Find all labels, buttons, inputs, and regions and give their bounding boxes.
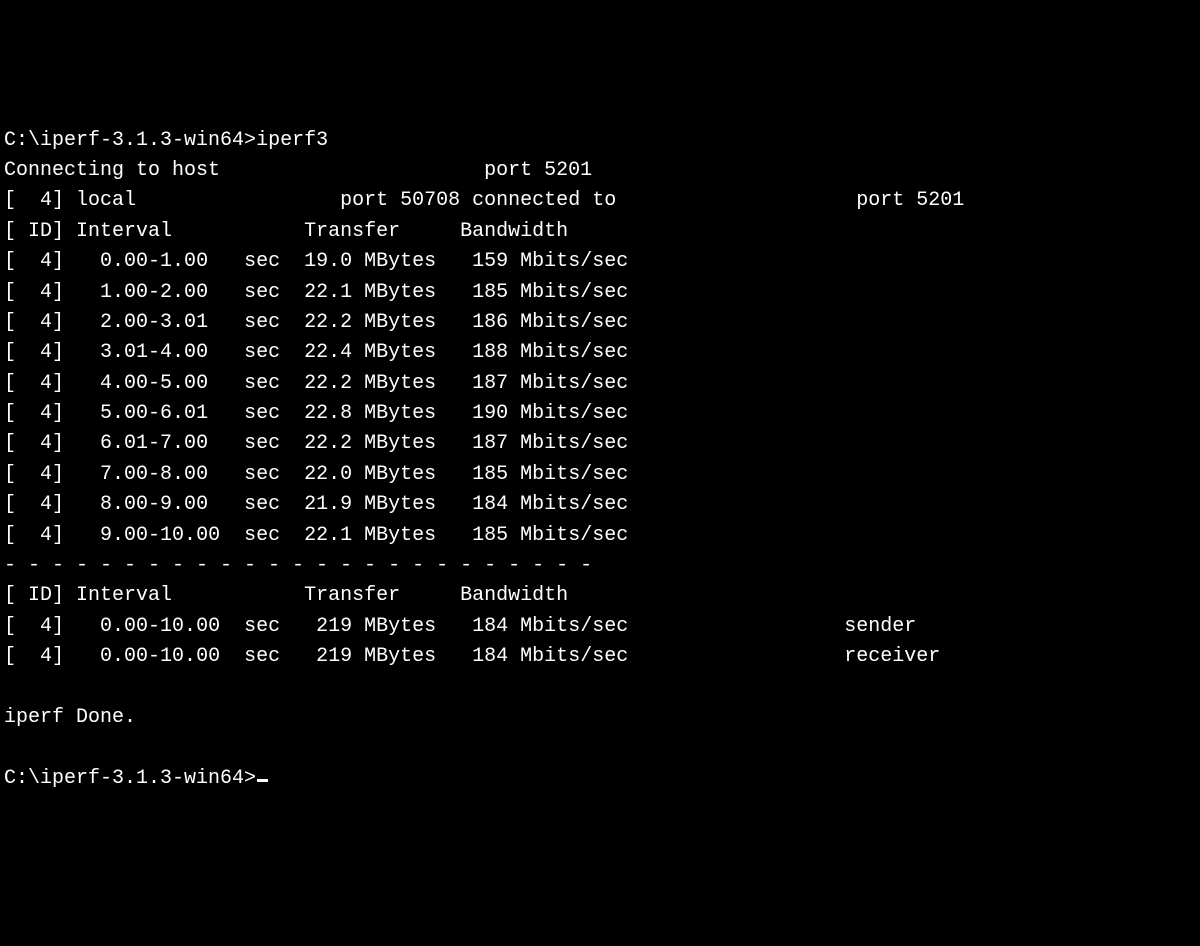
done-label: iperf Done. (4, 706, 136, 729)
summary-row: [ 4] 0.00-10.00 sec 219 MBytes 184 Mbits… (4, 645, 940, 668)
summary-row: [ 4] 0.00-10.00 sec 219 MBytes 184 Mbits… (4, 615, 916, 638)
table-row: [ 4] 1.00-2.00 sec 22.1 MBytes 185 Mbits… (4, 281, 628, 304)
cursor-icon (257, 779, 268, 782)
connecting-label: Connecting to host (4, 159, 220, 182)
prompt-gt: > (244, 129, 256, 152)
table-row: [ 4] 8.00-9.00 sec 21.9 MBytes 184 Mbits… (4, 493, 628, 516)
command[interactable]: iperf3 (256, 129, 328, 152)
table-row: [ 4] 5.00-6.01 sec 22.8 MBytes 190 Mbits… (4, 402, 628, 425)
table-row: [ 4] 2.00-3.01 sec 22.2 MBytes 186 Mbits… (4, 311, 628, 334)
table-row: [ 4] 0.00-1.00 sec 19.0 MBytes 159 Mbits… (4, 250, 628, 273)
table-row: [ 4] 7.00-8.00 sec 22.0 MBytes 185 Mbits… (4, 463, 628, 486)
table-row: [ 4] 9.00-10.00 sec 22.1 MBytes 185 Mbit… (4, 524, 628, 547)
prompt-path: C:\iperf-3.1.3-win64 (4, 129, 244, 152)
table-row: [ 4] 4.00-5.00 sec 22.2 MBytes 187 Mbits… (4, 372, 628, 395)
summary-header: [ ID] Interval Transfer Bandwidth (4, 584, 568, 607)
table-row: [ 4] 6.01-7.00 sec 22.2 MBytes 187 Mbits… (4, 432, 628, 455)
local-line: [ 4] local port 50708 connected to port … (4, 189, 964, 212)
table-row: [ 4] 3.01-4.00 sec 22.4 MBytes 188 Mbits… (4, 341, 628, 364)
header-row: [ ID] Interval Transfer Bandwidth (4, 220, 568, 243)
divider: - - - - - - - - - - - - - - - - - - - - … (4, 554, 592, 577)
prompt-end[interactable]: C:\iperf-3.1.3-win64> (4, 767, 256, 790)
terminal-output: C:\iperf-3.1.3-win64>iperf3 Connecting t… (4, 126, 1196, 795)
